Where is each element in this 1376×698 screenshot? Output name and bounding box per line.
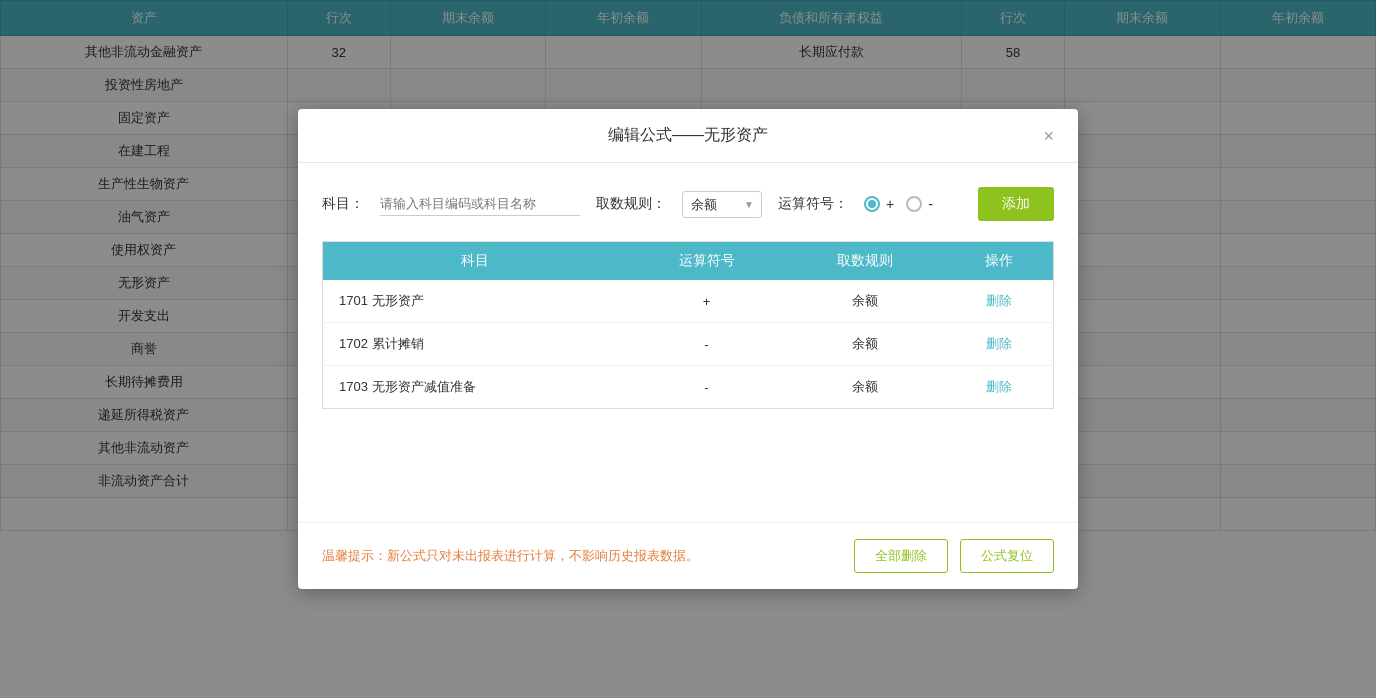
- radio-plus-circle: [864, 196, 880, 212]
- form-row: 科目： 取数规则： 余额 借方 贷方 运算符号：: [322, 187, 1054, 221]
- formula-operator: -: [627, 366, 786, 409]
- formula-action: 删除: [944, 366, 1053, 409]
- formula-table-header: 运算符号: [627, 242, 786, 281]
- delete-row-button[interactable]: 删除: [986, 335, 1012, 353]
- formula-row: 1701 无形资产+余额 删除: [323, 280, 1054, 323]
- formula-action: 删除: [944, 323, 1053, 366]
- modal-body: 科目： 取数规则： 余额 借方 贷方 运算符号：: [298, 163, 1078, 522]
- formula-operator: +: [627, 280, 786, 323]
- operator-plus-radio[interactable]: +: [864, 196, 894, 212]
- rule-select[interactable]: 余额 借方 贷方: [682, 191, 762, 218]
- delete-all-button[interactable]: 全部删除: [854, 539, 948, 573]
- reset-formula-button[interactable]: 公式复位: [960, 539, 1054, 573]
- operator-minus-label: -: [928, 196, 933, 212]
- delete-row-button[interactable]: 删除: [986, 292, 1012, 310]
- modal-header: 编辑公式——无形资产 ×: [298, 109, 1078, 163]
- formula-table-header: 取数规则: [786, 242, 945, 281]
- formula-rule: 余额: [786, 366, 945, 409]
- rule-select-wrapper: 余额 借方 贷方: [682, 191, 762, 218]
- formula-subject: 1702 累计摊销: [323, 323, 628, 366]
- formula-operator: -: [627, 323, 786, 366]
- radio-minus-circle: [906, 196, 922, 212]
- operator-label: 运算符号：: [778, 195, 848, 213]
- modal-title: 编辑公式——无形资产: [608, 125, 768, 146]
- delete-row-button[interactable]: 删除: [986, 378, 1012, 396]
- footer-tip: 温馨提示：新公式只对未出报表进行计算，不影响历史报表数据。: [322, 547, 699, 565]
- modal-overlay: 编辑公式——无形资产 × 科目： 取数规则： 余额 借方 贷方: [0, 0, 1376, 698]
- formula-subject: 1703 无形资产减值准备: [323, 366, 628, 409]
- rule-label: 取数规则：: [596, 195, 666, 213]
- formula-table-header: 科目: [323, 242, 628, 281]
- formula-rule: 余额: [786, 323, 945, 366]
- formula-table-header: 操作: [944, 242, 1053, 281]
- formula-row: 1703 无形资产减值准备-余额 删除: [323, 366, 1054, 409]
- formula-action: 删除: [944, 280, 1053, 323]
- operator-minus-radio[interactable]: -: [906, 196, 933, 212]
- subject-label: 科目：: [322, 195, 364, 213]
- formula-row: 1702 累计摊销-余额 删除: [323, 323, 1054, 366]
- page-wrapper: 资产行次期末余额年初余额负债和所有者权益行次期末余额年初余额 其他非流动金融资产…: [0, 0, 1376, 698]
- edit-formula-modal: 编辑公式——无形资产 × 科目： 取数规则： 余额 借方 贷方: [298, 109, 1078, 589]
- formula-subject: 1701 无形资产: [323, 280, 628, 323]
- modal-close-button[interactable]: ×: [1035, 123, 1062, 149]
- add-button[interactable]: 添加: [978, 187, 1054, 221]
- modal-footer: 温馨提示：新公式只对未出报表进行计算，不影响历史报表数据。 全部删除 公式复位: [298, 522, 1078, 589]
- formula-rule: 余额: [786, 280, 945, 323]
- subject-input[interactable]: [380, 192, 580, 216]
- footer-buttons: 全部删除 公式复位: [854, 539, 1054, 573]
- formula-table: 科目运算符号取数规则操作 1701 无形资产+余额删除1702 累计摊销-余额删…: [322, 241, 1054, 409]
- operator-plus-label: +: [886, 196, 894, 212]
- operator-radio-group: + -: [864, 196, 933, 212]
